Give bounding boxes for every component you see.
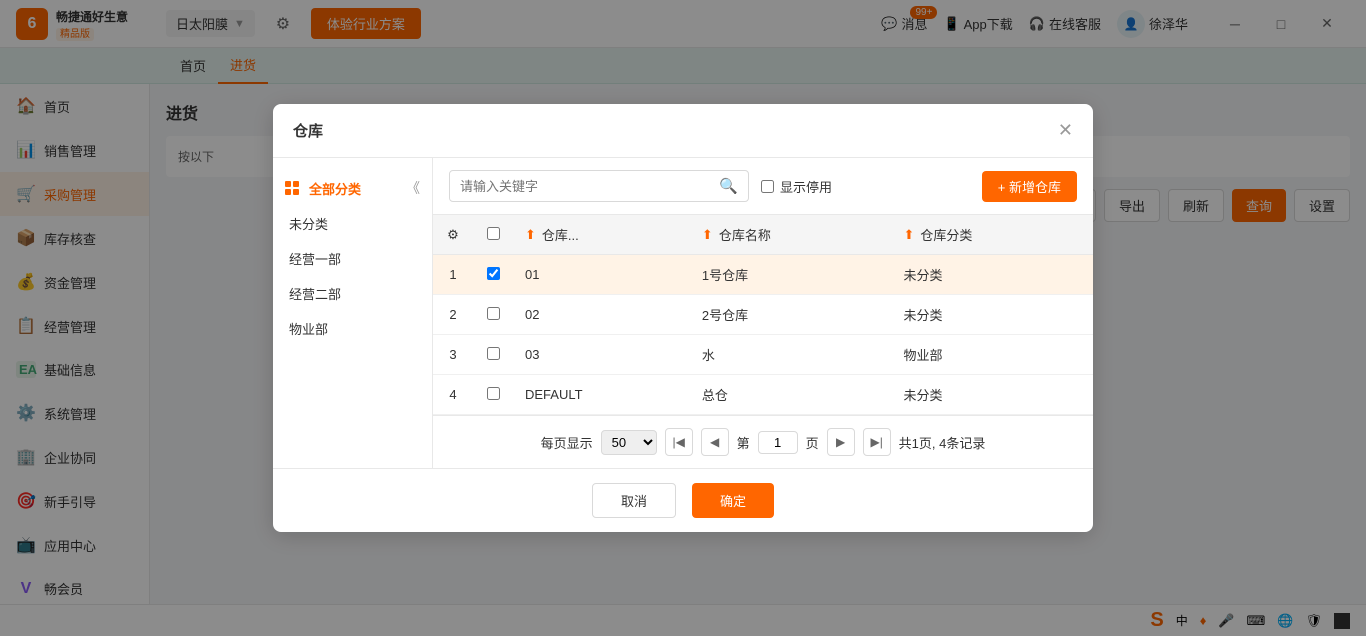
show-disabled-label[interactable]: 显示停用: [761, 177, 832, 196]
row-name: 总仓: [690, 375, 892, 415]
add-warehouse-button[interactable]: + 新增仓库: [982, 171, 1077, 202]
sort-icon-name: ⬆: [702, 227, 713, 243]
next-page-button[interactable]: ▶: [827, 428, 855, 456]
per-page-select[interactable]: 50 100 200: [601, 430, 657, 455]
row-code: 02: [513, 295, 690, 335]
modal-footer: 取消 确定: [273, 468, 1093, 532]
table-row[interactable]: 4 DEFAULT 总仓 未分类: [433, 375, 1093, 415]
row-num: 2: [433, 295, 473, 335]
show-disabled-checkbox[interactable]: [761, 180, 774, 193]
search-icon-button[interactable]: 🔍: [709, 171, 748, 201]
confirm-button[interactable]: 确定: [692, 483, 774, 518]
table-panel: 🔍 显示停用 + 新增仓库 ⚙: [433, 158, 1093, 468]
category-panel: 全部分类 《 未分类 经营一部 经营二部 物业部: [273, 158, 433, 468]
row-name: 水: [690, 335, 892, 375]
modal-overlay: 仓库 ✕ 全部分类 《 未分类: [0, 0, 1366, 636]
row-name: 2号仓库: [690, 295, 892, 335]
row-checkbox[interactable]: [473, 255, 513, 295]
all-category-label: 全部分类: [309, 179, 361, 198]
select-all-checkbox[interactable]: [487, 227, 500, 240]
row-num: 4: [433, 375, 473, 415]
modal-body: 全部分类 《 未分类 经营一部 经营二部 物业部: [273, 158, 1093, 468]
sort-icon: ⬆: [525, 227, 536, 243]
table-row[interactable]: 3 03 水 物业部: [433, 335, 1093, 375]
col-settings-icon[interactable]: ⚙: [447, 227, 459, 242]
prev-page-button[interactable]: ◀: [701, 428, 729, 456]
last-page-button[interactable]: ▶|: [863, 428, 891, 456]
col-checkbox-header: [473, 215, 513, 255]
collapse-icon[interactable]: 《: [406, 178, 420, 198]
warehouse-table: ⚙ ⬆ 仓库...: [433, 215, 1093, 415]
row-checkbox[interactable]: [473, 335, 513, 375]
search-input[interactable]: [450, 173, 709, 200]
pagination-bar: 每页显示 50 100 200 |◀ ◀ 第 页 ▶ ▶| 共1页, 4条记录: [433, 415, 1093, 468]
row-category: 物业部: [891, 335, 1093, 375]
row-category: 未分类: [891, 295, 1093, 335]
row-category: 未分类: [891, 375, 1093, 415]
col-code: ⬆ 仓库...: [513, 215, 690, 255]
per-page-label: 每页显示: [541, 433, 593, 452]
row-checkbox[interactable]: [473, 375, 513, 415]
grid-icon: [285, 181, 299, 195]
col-name: ⬆ 仓库名称: [690, 215, 892, 255]
row-code: 03: [513, 335, 690, 375]
category-item-3[interactable]: 物业部: [273, 311, 432, 346]
page-unit: 页: [806, 433, 819, 452]
row-code: DEFAULT: [513, 375, 690, 415]
page-label: 第: [737, 433, 750, 452]
category-item-1[interactable]: 经营一部: [273, 241, 432, 276]
col-settings: ⚙: [433, 215, 473, 255]
modal-header: 仓库 ✕: [273, 104, 1093, 158]
row-category: 未分类: [891, 255, 1093, 295]
row-name: 1号仓库: [690, 255, 892, 295]
table-row[interactable]: 2 02 2号仓库 未分类: [433, 295, 1093, 335]
search-box: 🔍: [449, 170, 749, 202]
row-num: 3: [433, 335, 473, 375]
cancel-button[interactable]: 取消: [592, 483, 676, 518]
row-checkbox[interactable]: [473, 295, 513, 335]
page-number-input[interactable]: [758, 431, 798, 454]
col-category: ⬆ 仓库分类: [891, 215, 1093, 255]
row-num: 1: [433, 255, 473, 295]
warehouse-modal: 仓库 ✕ 全部分类 《 未分类: [273, 104, 1093, 532]
table-toolbar: 🔍 显示停用 + 新增仓库: [433, 158, 1093, 215]
category-item-2[interactable]: 经营二部: [273, 276, 432, 311]
modal-close-button[interactable]: ✕: [1058, 120, 1073, 141]
all-category-item[interactable]: 全部分类 《: [273, 170, 432, 206]
category-item-0[interactable]: 未分类: [273, 206, 432, 241]
total-info: 共1页, 4条记录: [899, 433, 986, 452]
row-code: 01: [513, 255, 690, 295]
table-row[interactable]: 1 01 1号仓库 未分类: [433, 255, 1093, 295]
sort-icon-cat: ⬆: [903, 227, 914, 243]
modal-title: 仓库: [293, 120, 323, 141]
first-page-button[interactable]: |◀: [665, 428, 693, 456]
